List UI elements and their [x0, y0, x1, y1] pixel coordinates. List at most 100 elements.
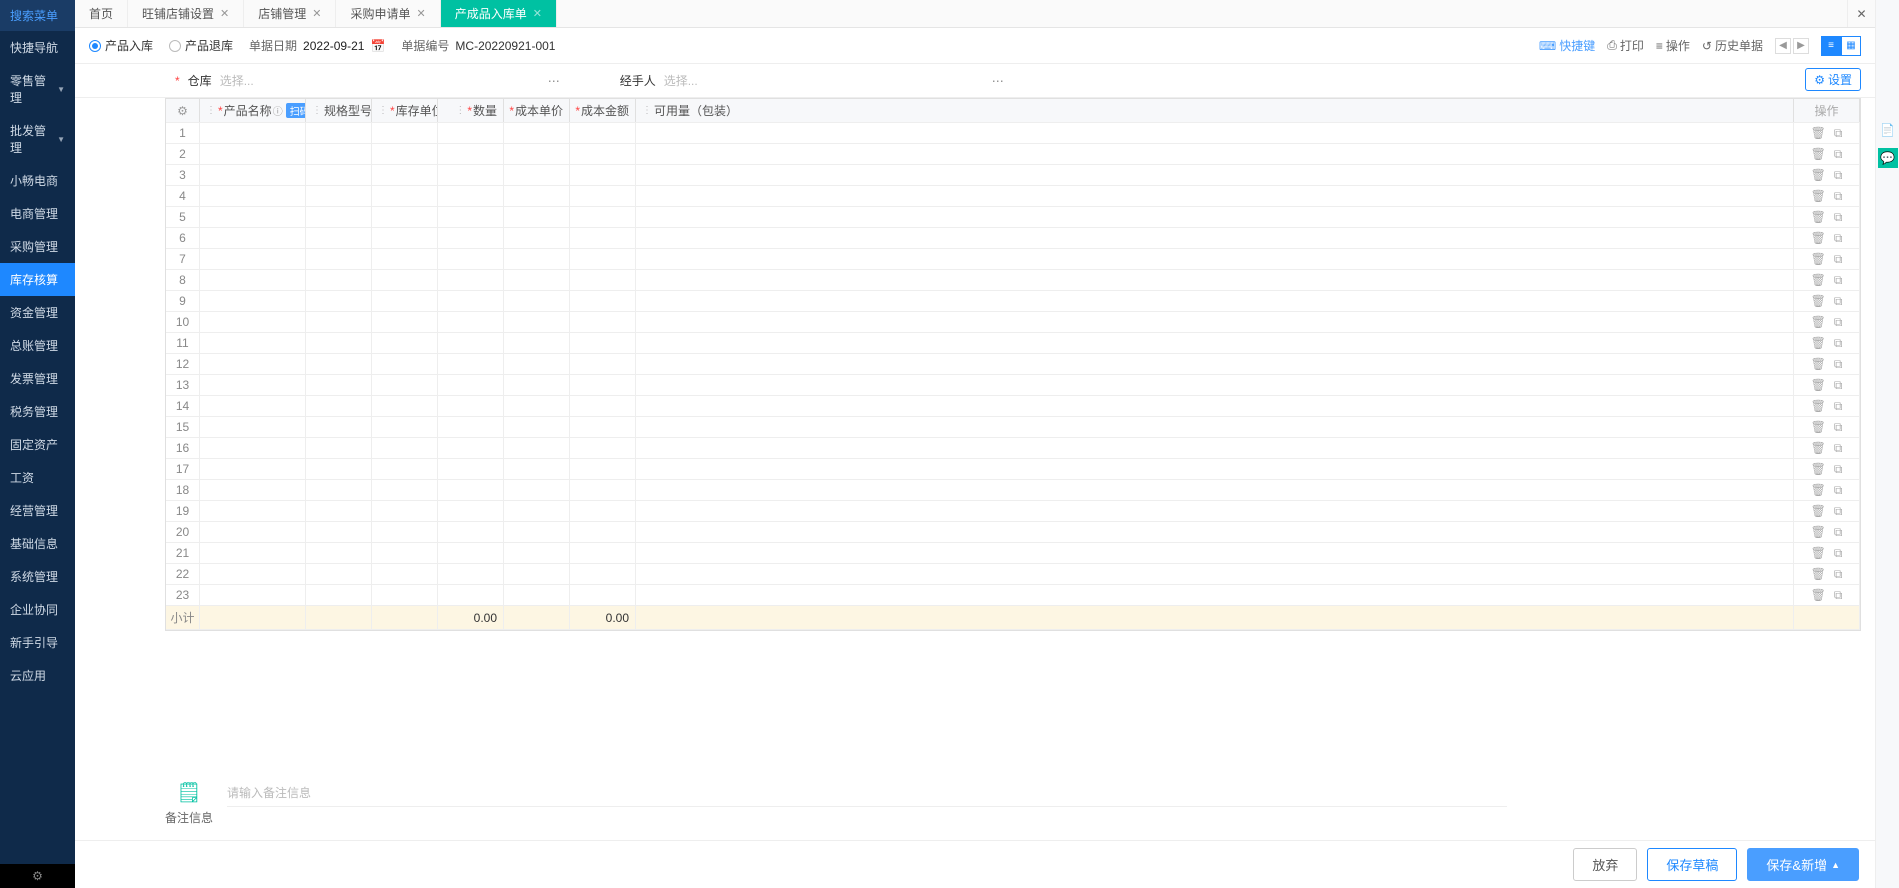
table-row[interactable]: 15🗑⧉ — [166, 417, 1860, 438]
save-draft-button[interactable]: 保存草稿 — [1647, 848, 1737, 881]
sidebar-item-3[interactable]: 小畅电商 — [0, 164, 75, 197]
copy-icon[interactable]: ⧉ — [1834, 126, 1843, 141]
delete-icon[interactable]: 🗑 — [1811, 252, 1826, 266]
table-row[interactable]: 2🗑⧉ — [166, 144, 1860, 165]
copy-icon[interactable]: ⧉ — [1834, 357, 1843, 372]
table-row[interactable]: 10🗑⧉ — [166, 312, 1860, 333]
delete-icon[interactable]: 🗑 — [1811, 441, 1826, 455]
copy-icon[interactable]: ⧉ — [1834, 336, 1843, 351]
table-row[interactable]: 1🗑⧉ — [166, 123, 1860, 144]
sidebar-settings[interactable]: ⚙ — [0, 864, 75, 888]
copy-icon[interactable]: ⧉ — [1834, 168, 1843, 183]
tab-0[interactable]: 首页 — [75, 0, 128, 27]
delete-icon[interactable]: 🗑 — [1811, 168, 1826, 182]
view-list[interactable]: ≡ — [1821, 36, 1841, 56]
copy-icon[interactable]: ⧉ — [1834, 378, 1843, 393]
pager-next[interactable]: ▶ — [1793, 38, 1809, 54]
copy-icon[interactable]: ⧉ — [1834, 315, 1843, 330]
sidebar-item-5[interactable]: 采购管理 — [0, 230, 75, 263]
sidebar-item-9[interactable]: 发票管理 — [0, 362, 75, 395]
delete-icon[interactable]: 🗑 — [1811, 126, 1826, 140]
table-row[interactable]: 18🗑⧉ — [166, 480, 1860, 501]
table-row[interactable]: 13🗑⧉ — [166, 375, 1860, 396]
sidebar-item-17[interactable]: 新手引导 — [0, 626, 75, 659]
copy-icon[interactable]: ⧉ — [1834, 294, 1843, 309]
copy-icon[interactable]: ⧉ — [1834, 567, 1843, 582]
sidebar-item-7[interactable]: 资金管理 — [0, 296, 75, 329]
header-price[interactable]: ⋮*成本单价 — [504, 99, 570, 122]
sidebar-item-11[interactable]: 固定资产 — [0, 428, 75, 461]
copy-icon[interactable]: ⧉ — [1834, 525, 1843, 540]
delete-icon[interactable]: 🗑 — [1811, 210, 1826, 224]
delete-icon[interactable]: 🗑 — [1811, 504, 1826, 518]
view-grid[interactable]: ▦ — [1841, 36, 1861, 56]
header-spec[interactable]: ⋮规格型号 — [306, 99, 372, 122]
delete-icon[interactable]: 🗑 — [1811, 336, 1826, 350]
delete-icon[interactable]: 🗑 — [1811, 147, 1826, 161]
header-available[interactable]: ⋮可用量（包装） — [636, 99, 1794, 122]
warehouse-select[interactable]: 选择... — [220, 72, 540, 90]
sidebar-item-16[interactable]: 企业协同 — [0, 593, 75, 626]
delete-icon[interactable]: 🗑 — [1811, 567, 1826, 581]
delete-icon[interactable]: 🗑 — [1811, 189, 1826, 203]
copy-icon[interactable]: ⧉ — [1834, 273, 1843, 288]
delete-icon[interactable]: 🗑 — [1811, 357, 1826, 371]
delete-icon[interactable]: 🗑 — [1811, 546, 1826, 560]
table-row[interactable]: 3🗑⧉ — [166, 165, 1860, 186]
sidebar-item-10[interactable]: 税务管理 — [0, 395, 75, 428]
close-icon[interactable]: ✕ — [417, 7, 426, 20]
delete-icon[interactable]: 🗑 — [1811, 273, 1826, 287]
operator-select[interactable]: 选择... — [664, 72, 984, 90]
delete-icon[interactable]: 🗑 — [1811, 525, 1826, 539]
more-icon[interactable]: ⋯ — [548, 74, 560, 88]
copy-icon[interactable]: ⧉ — [1834, 462, 1843, 477]
copy-icon[interactable]: ⧉ — [1834, 504, 1843, 519]
tab-3[interactable]: 采购申请单✕ — [336, 0, 440, 27]
sidebar-item-2[interactable]: 批发管理▼ — [0, 114, 75, 164]
table-row[interactable]: 12🗑⧉ — [166, 354, 1860, 375]
sidebar-item-14[interactable]: 基础信息 — [0, 527, 75, 560]
table-row[interactable]: 9🗑⧉ — [166, 291, 1860, 312]
sidebar-item-8[interactable]: 总账管理 — [0, 329, 75, 362]
table-row[interactable]: 16🗑⧉ — [166, 438, 1860, 459]
pager-prev[interactable]: ◀ — [1775, 38, 1791, 54]
shortcut-button[interactable]: ⌨ 快捷键 — [1539, 37, 1595, 54]
table-row[interactable]: 22🗑⧉ — [166, 564, 1860, 585]
header-qty[interactable]: ⋮*数量 — [438, 99, 504, 122]
tab-2[interactable]: 店铺管理✕ — [244, 0, 336, 27]
rail-chat-icon[interactable]: 💬 — [1878, 148, 1898, 168]
history-button[interactable]: ↺ 历史单据 — [1702, 37, 1763, 54]
table-row[interactable]: 21🗑⧉ — [166, 543, 1860, 564]
save-new-button[interactable]: 保存&新增 ▲ — [1747, 848, 1859, 881]
close-all-tabs[interactable]: ✕ — [1847, 0, 1875, 27]
table-row[interactable]: 19🗑⧉ — [166, 501, 1860, 522]
delete-icon[interactable]: 🗑 — [1811, 294, 1826, 308]
table-row[interactable]: 5🗑⧉ — [166, 207, 1860, 228]
table-row[interactable]: 8🗑⧉ — [166, 270, 1860, 291]
operate-button[interactable]: ≡ 操作 — [1656, 37, 1690, 54]
copy-icon[interactable]: ⧉ — [1834, 147, 1843, 162]
sidebar-item-6[interactable]: 库存核算 — [0, 263, 75, 296]
table-row[interactable]: 20🗑⧉ — [166, 522, 1860, 543]
delete-icon[interactable]: 🗑 — [1811, 378, 1826, 392]
sidebar-item-15[interactable]: 系统管理 — [0, 560, 75, 593]
table-row[interactable]: 7🗑⧉ — [166, 249, 1860, 270]
sidebar-item-18[interactable]: 云应用 — [0, 659, 75, 692]
delete-icon[interactable]: 🗑 — [1811, 399, 1826, 413]
scan-badge[interactable]: 扫码录入 — [286, 103, 306, 118]
close-icon[interactable]: ✕ — [312, 7, 321, 20]
radio-product-in[interactable]: 产品入库 — [89, 37, 153, 54]
copy-icon[interactable]: ⧉ — [1834, 231, 1843, 246]
tab-4[interactable]: 产成品入库单✕ — [441, 0, 557, 27]
header-amount[interactable]: ⋮*成本金额 — [570, 99, 636, 122]
sidebar-search[interactable]: 搜索菜单 — [0, 0, 75, 31]
close-icon[interactable]: ✕ — [533, 7, 542, 20]
sidebar-item-0[interactable]: 快捷导航 — [0, 31, 75, 64]
copy-icon[interactable]: ⧉ — [1834, 420, 1843, 435]
copy-icon[interactable]: ⧉ — [1834, 189, 1843, 204]
rail-doc-icon[interactable]: 📄 — [1878, 120, 1898, 140]
table-row[interactable]: 11🗑⧉ — [166, 333, 1860, 354]
copy-icon[interactable]: ⧉ — [1834, 252, 1843, 267]
delete-icon[interactable]: 🗑 — [1811, 483, 1826, 497]
table-row[interactable]: 6🗑⧉ — [166, 228, 1860, 249]
